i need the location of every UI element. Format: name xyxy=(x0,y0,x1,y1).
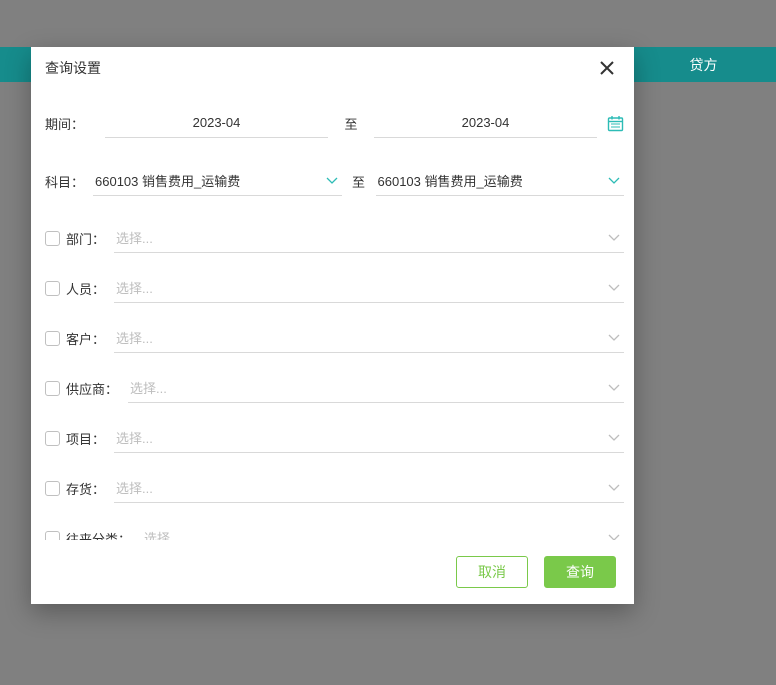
filter-select-project[interactable]: 选择... xyxy=(114,423,624,453)
filter-placeholder: 选择... xyxy=(114,428,608,447)
filter-select-person[interactable]: 选择... xyxy=(114,273,624,303)
submit-button[interactable]: 查询 xyxy=(544,556,616,588)
filter-select-contact-cat[interactable]: 选择... xyxy=(142,523,624,540)
chevron-down-icon xyxy=(608,484,620,492)
period-from-wrap[interactable] xyxy=(105,108,328,138)
filter-placeholder: 选择... xyxy=(114,228,608,247)
chevron-down-icon[interactable] xyxy=(608,177,620,185)
chevron-down-icon xyxy=(608,334,620,342)
checkbox-supplier[interactable] xyxy=(45,381,60,396)
checkbox-department[interactable] xyxy=(45,231,60,246)
filter-select-supplier[interactable]: 选择... xyxy=(128,373,624,403)
chevron-down-icon xyxy=(608,384,620,392)
period-to-wrap[interactable] xyxy=(374,108,597,138)
filter-row-contact-cat: 往来分类： 选择... xyxy=(45,513,624,540)
period-label: 期间： xyxy=(45,114,105,133)
modal-footer: 取消 查询 xyxy=(31,540,634,604)
modal-title: 查询设置 xyxy=(45,58,101,78)
modal-header: 查询设置 xyxy=(31,47,634,89)
close-icon[interactable] xyxy=(594,57,620,79)
cancel-button[interactable]: 取消 xyxy=(456,556,528,588)
filter-select-inventory[interactable]: 选择... xyxy=(114,473,624,503)
chevron-down-icon xyxy=(608,284,620,292)
filter-row-supplier: 供应商： 选择... xyxy=(45,363,624,413)
filter-row-inventory: 存货： 选择... xyxy=(45,463,624,513)
checkbox-inventory[interactable] xyxy=(45,481,60,496)
filter-placeholder: 选择... xyxy=(114,278,608,297)
checkbox-customer[interactable] xyxy=(45,331,60,346)
checkbox-project[interactable] xyxy=(45,431,60,446)
query-settings-modal: 查询设置 期间： 至 xyxy=(31,47,634,604)
filter-select-customer[interactable]: 选择... xyxy=(114,323,624,353)
filter-row-project: 项目： 选择... xyxy=(45,413,624,463)
subject-from-value: 660103 销售费用_运输费 xyxy=(93,171,326,190)
filter-placeholder: 选择... xyxy=(114,478,608,497)
period-separator: 至 xyxy=(328,114,374,133)
chevron-down-icon[interactable] xyxy=(326,177,338,185)
filter-label-inventory: 存货： xyxy=(66,479,108,498)
subject-to-wrap[interactable]: 660103 销售费用_运输费 xyxy=(376,166,625,196)
chevron-down-icon xyxy=(608,234,620,242)
checkbox-contact-cat[interactable] xyxy=(45,531,60,541)
subject-label: 科目： xyxy=(45,172,93,191)
filter-label-department: 部门： xyxy=(66,229,108,248)
chevron-down-icon xyxy=(608,434,620,442)
filter-label-project: 项目： xyxy=(66,429,108,448)
period-to-input[interactable] xyxy=(374,115,597,130)
filter-label-contact-cat: 往来分类： xyxy=(66,529,136,541)
subject-row: 科目： 660103 销售费用_运输费 至 660103 销售费用_运输费 xyxy=(45,161,624,201)
filter-placeholder: 选择... xyxy=(114,328,608,347)
subject-from-wrap[interactable]: 660103 销售费用_运输费 xyxy=(93,166,342,196)
checkbox-person[interactable] xyxy=(45,281,60,296)
period-from-input[interactable] xyxy=(105,115,328,130)
tab-credit[interactable]: 贷方 xyxy=(631,47,776,82)
filter-label-supplier: 供应商： xyxy=(66,379,122,398)
calendar-icon[interactable] xyxy=(607,115,624,132)
filter-row-customer: 客户： 选择... xyxy=(45,313,624,363)
filter-select-department[interactable]: 选择... xyxy=(114,223,624,253)
filter-placeholder: 选择... xyxy=(128,378,608,397)
filter-label-person: 人员： xyxy=(66,279,108,298)
filter-row-department: 部门： 选择... xyxy=(45,213,624,263)
modal-body: 期间： 至 科目： 660103 销 xyxy=(31,89,634,540)
filter-row-person: 人员： 选择... xyxy=(45,263,624,313)
subject-separator: 至 xyxy=(342,172,376,191)
period-row: 期间： 至 xyxy=(45,103,624,143)
subject-to-value: 660103 销售费用_运输费 xyxy=(376,171,609,190)
filter-placeholder: 选择... xyxy=(142,528,608,540)
filter-label-customer: 客户： xyxy=(66,329,108,348)
